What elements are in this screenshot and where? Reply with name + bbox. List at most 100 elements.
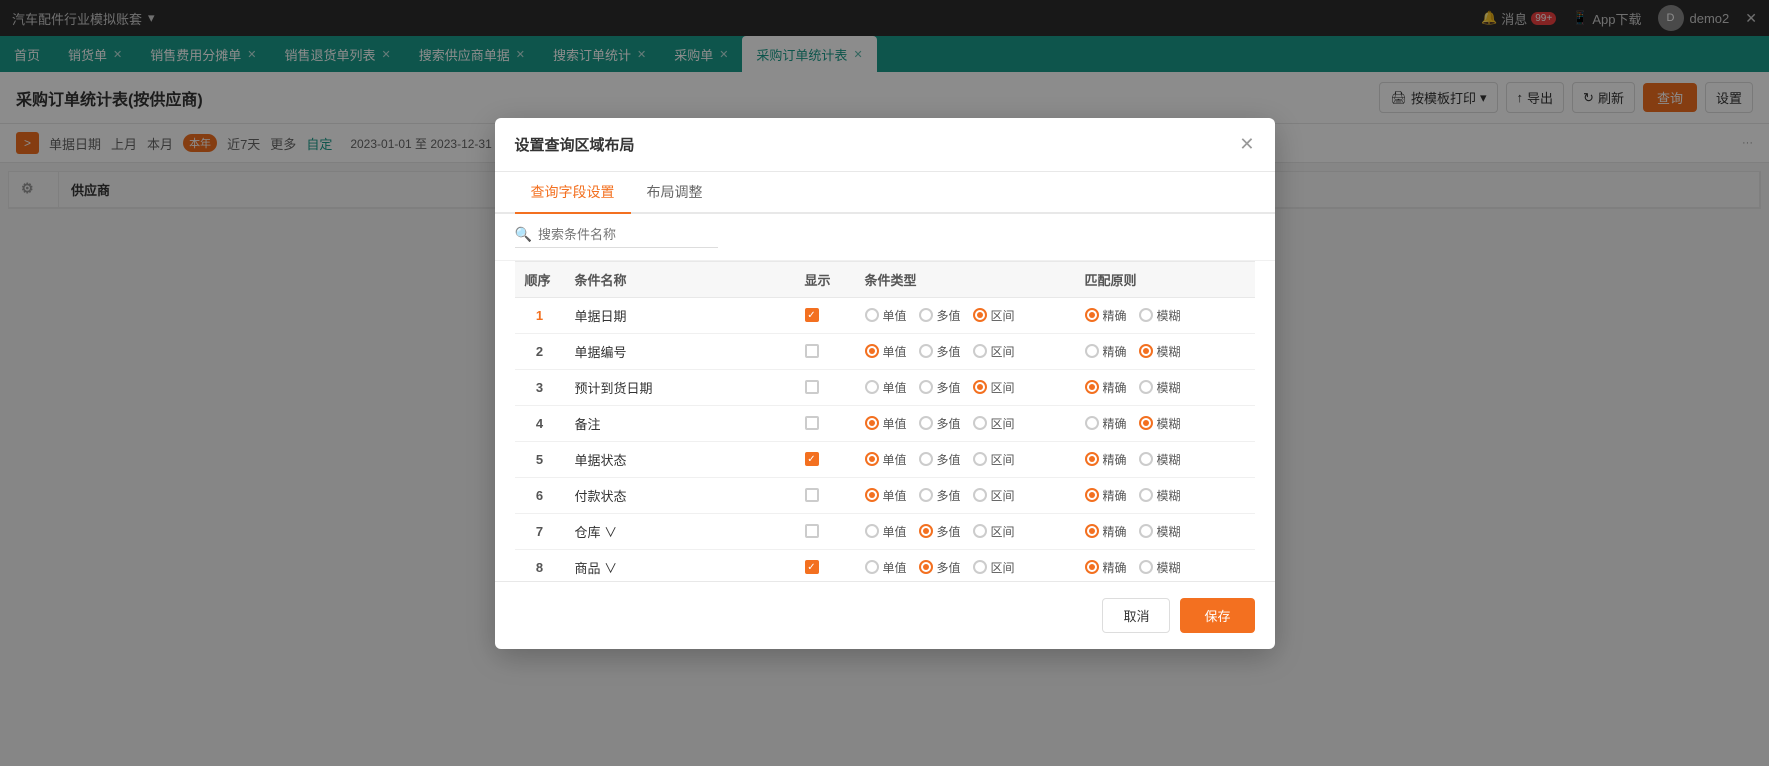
th-type: 条件类型: [855, 261, 1075, 297]
type-radio-区间[interactable]: 区间: [973, 307, 1015, 324]
cell-type: 单值 多值区间: [855, 441, 1075, 477]
table-row: 1单据日期✓单值多值区间精确模糊: [515, 297, 1255, 333]
cell-display[interactable]: [795, 477, 855, 513]
type-radio-多值[interactable]: 多值: [919, 523, 961, 540]
radio-label: 区间: [991, 379, 1015, 396]
cell-display[interactable]: [795, 513, 855, 549]
cell-display[interactable]: ✓: [795, 297, 855, 333]
match-radio-精确[interactable]: 精确: [1085, 343, 1127, 360]
radio-circle: [1085, 560, 1099, 574]
tab-layout-adjust[interactable]: 布局调整: [631, 172, 719, 214]
radio-label: 多值: [937, 379, 961, 396]
cell-display[interactable]: [795, 333, 855, 369]
type-radio-区间[interactable]: 区间: [973, 415, 1015, 432]
type-radio-多值[interactable]: 多值: [919, 307, 961, 324]
cell-display[interactable]: ✓: [795, 549, 855, 581]
dialog-search-area: 🔍: [495, 214, 1275, 261]
display-checkbox[interactable]: ✓: [805, 560, 819, 574]
type-radio-单值[interactable]: 单值: [865, 343, 907, 360]
type-radio-区间[interactable]: 区间: [973, 487, 1015, 504]
main-area: 采购订单统计表(按供应商) 🖨 按模板打印 ▾ ↑ 导出 ↻ 刷新 查询 设置 …: [0, 72, 1769, 766]
display-checkbox[interactable]: ✓: [805, 452, 819, 466]
match-radio-精确[interactable]: 精确: [1085, 307, 1127, 324]
display-checkbox[interactable]: [805, 344, 819, 358]
match-radio-精确[interactable]: 精确: [1085, 559, 1127, 576]
table-row: 5单据状态✓单值多值区间精确模糊: [515, 441, 1255, 477]
radio-label: 多值: [937, 487, 961, 504]
condition-search-input[interactable]: [538, 227, 718, 242]
type-radio-单值[interactable]: 单值: [865, 307, 907, 324]
radio-label: 多值: [937, 523, 961, 540]
type-radio-单值[interactable]: 单值: [865, 559, 907, 576]
cell-display[interactable]: [795, 405, 855, 441]
save-button[interactable]: 保存: [1180, 598, 1254, 633]
match-radio-精确[interactable]: 精确: [1085, 379, 1127, 396]
match-radio-模糊[interactable]: 模糊: [1139, 379, 1181, 396]
cell-display[interactable]: ✓: [795, 441, 855, 477]
type-radio-区间[interactable]: 区间: [973, 451, 1015, 468]
radio-circle: [919, 416, 933, 430]
cell-name: 付款状态: [565, 477, 795, 513]
type-radio-区间[interactable]: 区间: [973, 523, 1015, 540]
match-radio-模糊[interactable]: 模糊: [1139, 523, 1181, 540]
radio-label: 模糊: [1157, 559, 1181, 576]
cell-type: 单值 多值区间: [855, 513, 1075, 549]
cell-display[interactable]: [795, 369, 855, 405]
display-checkbox[interactable]: [805, 524, 819, 538]
search-icon: 🔍: [515, 226, 532, 243]
cancel-button[interactable]: 取消: [1102, 598, 1170, 633]
display-checkbox[interactable]: [805, 416, 819, 430]
match-radio-模糊[interactable]: 模糊: [1139, 415, 1181, 432]
cell-type: 单值多值区间: [855, 405, 1075, 441]
radio-circle: [865, 452, 879, 466]
dialog-tabs: 查询字段设置 布局调整: [495, 172, 1275, 214]
type-radio-多值[interactable]: 多值: [919, 487, 961, 504]
type-radio-单值[interactable]: 单值: [865, 379, 907, 396]
match-radio-精确[interactable]: 精确: [1085, 451, 1127, 468]
radio-circle: [1085, 416, 1099, 430]
match-radio-模糊[interactable]: 模糊: [1139, 559, 1181, 576]
dialog-close-button[interactable]: ✕: [1239, 135, 1254, 153]
radio-circle: [973, 452, 987, 466]
radio-label: 模糊: [1157, 307, 1181, 324]
radio-circle: [1139, 416, 1153, 430]
display-checkbox[interactable]: [805, 488, 819, 502]
radio-circle: [973, 380, 987, 394]
match-radio-模糊[interactable]: 模糊: [1139, 307, 1181, 324]
radio-circle: [865, 416, 879, 430]
match-radio-模糊[interactable]: 模糊: [1139, 451, 1181, 468]
type-radio-多值[interactable]: 多值: [919, 415, 961, 432]
type-radio-多值[interactable]: 多值: [919, 379, 961, 396]
cell-name: 预计到货日期: [565, 369, 795, 405]
radio-label: 单值: [883, 343, 907, 360]
match-radio-精确[interactable]: 精确: [1085, 523, 1127, 540]
radio-circle: [973, 560, 987, 574]
type-radio-单值[interactable]: 单值: [865, 415, 907, 432]
cell-order: 5: [515, 441, 565, 477]
display-checkbox[interactable]: [805, 380, 819, 394]
type-radio-区间[interactable]: 区间: [973, 559, 1015, 576]
radio-label: 模糊: [1157, 379, 1181, 396]
cell-order: 7: [515, 513, 565, 549]
tab-layout-adjust-label: 布局调整: [647, 184, 703, 200]
type-radio-区间[interactable]: 区间: [973, 343, 1015, 360]
type-radio-多值[interactable]: 多值: [919, 451, 961, 468]
type-radio-多值[interactable]: 多值: [919, 559, 961, 576]
cell-match: 精确模糊: [1075, 513, 1255, 549]
radio-label: 多值: [937, 307, 961, 324]
type-radio-单值[interactable]: 单值: [865, 487, 907, 504]
type-radio-单值[interactable]: 单值: [865, 451, 907, 468]
cell-order: 8: [515, 549, 565, 581]
tab-field-settings[interactable]: 查询字段设置: [515, 172, 631, 214]
match-radio-精确[interactable]: 精确: [1085, 487, 1127, 504]
table-head-row: 顺序 条件名称 显示 条件类型 匹配原则: [515, 261, 1255, 297]
match-radio-模糊[interactable]: 模糊: [1139, 487, 1181, 504]
radio-label: 多值: [937, 451, 961, 468]
display-checkbox[interactable]: ✓: [805, 308, 819, 322]
match-radio-精确[interactable]: 精确: [1085, 415, 1127, 432]
match-radio-模糊[interactable]: 模糊: [1139, 343, 1181, 360]
type-radio-多值[interactable]: 多值: [919, 343, 961, 360]
type-radio-单值[interactable]: 单值: [865, 523, 907, 540]
cell-match: 精确模糊: [1075, 333, 1255, 369]
type-radio-区间[interactable]: 区间: [973, 379, 1015, 396]
